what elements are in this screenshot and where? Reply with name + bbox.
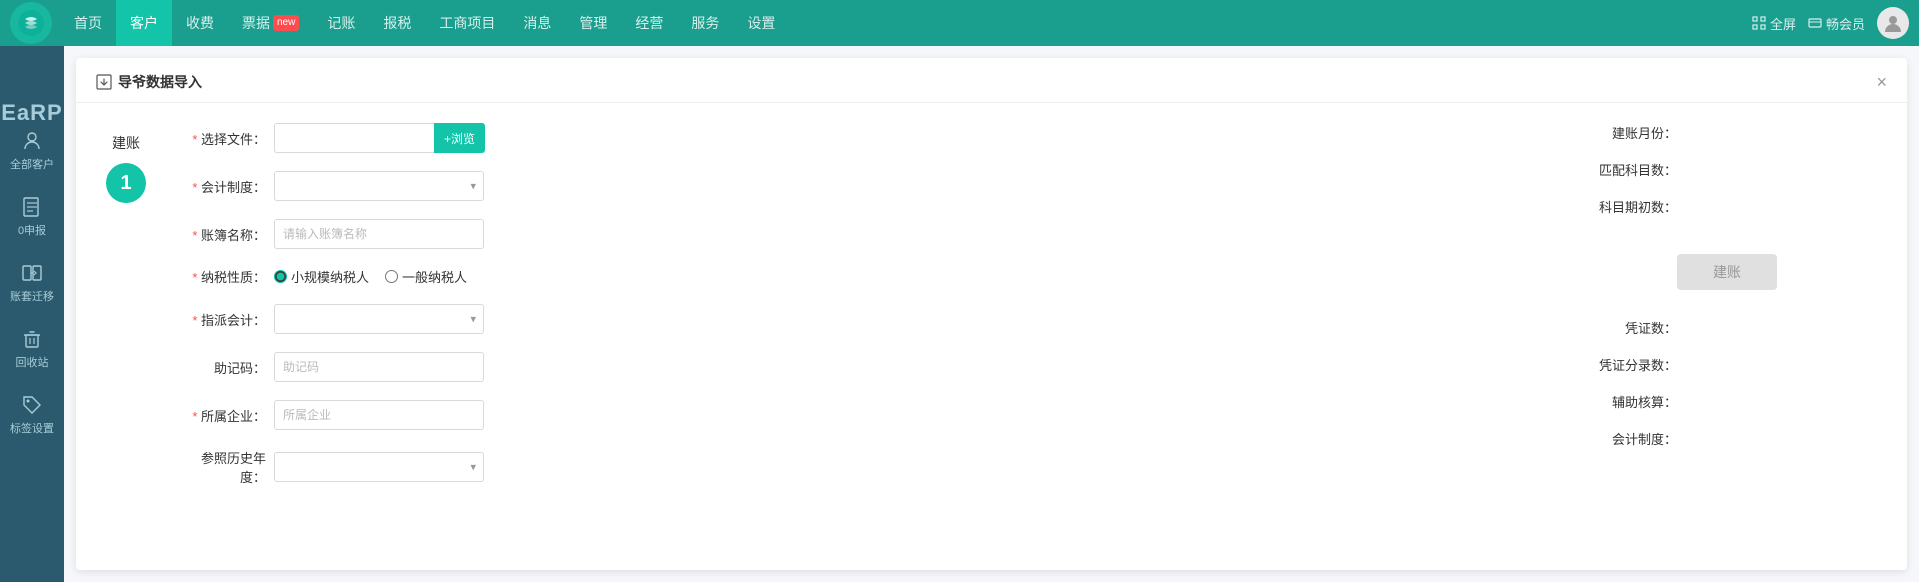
fullscreen-label: 全屏 — [1770, 14, 1796, 33]
info-row-month: 建账月份： — [1577, 123, 1877, 142]
nav-service[interactable]: 服务 — [677, 0, 733, 46]
step-section: 建账 1 — [106, 123, 146, 486]
nav-operation[interactable]: 经营 — [621, 0, 677, 46]
sidebar-label-trash: 回收站 — [16, 354, 49, 370]
new-badge: new — [273, 15, 299, 31]
nav-items: 首页 客户 收费 票据 new 记账 报税 工商项目 消息 管理 经营 服务 设… — [60, 0, 1752, 46]
info-row-subjects: 匹配科目数： — [1577, 160, 1877, 179]
info-label-month: 建账月份： — [1577, 123, 1677, 142]
info-label-accounting-system: 会计制度： — [1577, 429, 1677, 448]
label-company: 所属企业： — [176, 406, 266, 425]
form-row-bookname: 账簿名称： — [176, 219, 1557, 249]
sidebar-item-migrate[interactable]: 账套迁移 — [0, 252, 64, 314]
sidebar-item-zero-report[interactable]: 0申报 — [0, 186, 64, 248]
info-label-subjects: 匹配科目数： — [1577, 160, 1677, 179]
member-label: 畅会员 — [1826, 14, 1865, 33]
sidebar-label-tag: 标签设置 — [10, 420, 54, 436]
info-label-vouchers: 凭证数： — [1577, 318, 1677, 337]
accountant-select[interactable] — [274, 304, 484, 334]
info-row-accounting-system: 会计制度： — [1577, 429, 1877, 448]
member-btn[interactable]: 畅会员 — [1808, 14, 1865, 33]
dialog-header: 导爷数据导入 × — [76, 58, 1907, 103]
sidebar-item-all-customers[interactable]: 全部客户 — [0, 120, 64, 182]
nav-customer[interactable]: 客户 — [116, 0, 172, 46]
info-label-voucher-entries: 凭证分录数： — [1577, 355, 1677, 374]
form-row-accounting: 会计制度： — [176, 171, 1557, 201]
logo[interactable] — [10, 2, 52, 44]
form-row-year: 参照历史年度： — [176, 448, 1557, 486]
main-content: 导爷数据导入 × 建账 1 选择文件： — [64, 46, 1919, 582]
sidebar-label-migrate: 账套迁移 — [10, 288, 54, 304]
label-accountant: 指派会计： — [176, 310, 266, 329]
nav-tax[interactable]: 报税 — [369, 0, 425, 46]
file-input-group: +浏览 — [274, 123, 485, 153]
dialog-close-button[interactable]: × — [1876, 73, 1887, 91]
nav-fee[interactable]: 收费 — [172, 0, 228, 46]
radio-group-taxtype: 小规模纳税人 一般纳税人 — [274, 267, 467, 286]
info-row-voucher-entries: 凭证分录数： — [1577, 355, 1877, 374]
company-input[interactable] — [274, 400, 484, 430]
form-row-mnemonic: 助记码： — [176, 352, 1557, 382]
earp-text: EaRP — [0, 100, 64, 126]
accountant-select-wrapper — [274, 304, 484, 334]
radio-general[interactable]: 一般纳税人 — [385, 267, 467, 286]
form-row-accountant: 指派会计： — [176, 304, 1557, 334]
nav-home[interactable]: 首页 — [60, 0, 116, 46]
label-accounting: 会计制度： — [176, 177, 266, 196]
fullscreen-btn[interactable]: 全屏 — [1752, 14, 1796, 33]
import-icon — [96, 74, 112, 90]
bookname-input[interactable] — [274, 219, 484, 249]
label-mnemonic: 助记码： — [176, 358, 266, 377]
nav-bookkeeping[interactable]: 记账 — [313, 0, 369, 46]
info-label-auxiliary: 辅助核算： — [1577, 392, 1677, 411]
info-section: 建账月份： 匹配科目数： 科目期初数： 建账 — [1577, 123, 1877, 486]
sidebar-item-tag[interactable]: 标签设置 — [0, 384, 64, 446]
topnav-right: 全屏 畅会员 — [1752, 7, 1909, 39]
browse-button[interactable]: +浏览 — [434, 123, 485, 153]
label-taxtype: 纳税性质： — [176, 267, 266, 286]
info-row-vouchers: 凭证数： — [1577, 318, 1877, 337]
top-navigation: 首页 客户 收费 票据 new 记账 报税 工商项目 消息 管理 经营 服务 设… — [0, 0, 1919, 46]
dialog-body: 建账 1 选择文件： +浏览 会计制度： — [76, 103, 1907, 506]
step-circle: 1 — [106, 163, 146, 203]
sidebar: EaRP 全部客户 0申报 账套迁移 — [0, 46, 64, 582]
step-label: 建账 — [112, 133, 140, 153]
label-file: 选择文件： — [176, 129, 266, 148]
layout: EaRP 全部客户 0申报 账套迁移 — [0, 46, 1919, 582]
nav-manage[interactable]: 管理 — [565, 0, 621, 46]
nav-settings[interactable]: 设置 — [733, 0, 789, 46]
year-select[interactable] — [274, 452, 484, 482]
form-row-company: 所属企业： — [176, 400, 1557, 430]
form-row-file: 选择文件： +浏览 — [176, 123, 1557, 153]
year-select-wrapper — [274, 452, 484, 482]
radio-general-input[interactable] — [385, 270, 398, 283]
build-account-button[interactable]: 建账 — [1677, 254, 1777, 290]
nav-business[interactable]: 工商项目 — [425, 0, 509, 46]
accounting-select-wrapper — [274, 171, 484, 201]
sidebar-label-zero-report: 0申报 — [18, 222, 46, 238]
nav-message[interactable]: 消息 — [509, 0, 565, 46]
file-text-input[interactable] — [274, 123, 434, 153]
info-row-initial: 科目期初数： — [1577, 197, 1877, 216]
dialog-container: 导爷数据导入 × 建账 1 选择文件： — [76, 58, 1907, 570]
sidebar-label-all-customers: 全部客户 — [10, 156, 54, 172]
dialog-title-text: 导爷数据导入 — [118, 72, 202, 92]
avatar[interactable] — [1877, 7, 1909, 39]
sidebar-item-trash[interactable]: 回收站 — [0, 318, 64, 380]
radio-small-scale-input[interactable] — [274, 270, 287, 283]
dialog-title: 导爷数据导入 — [96, 72, 202, 92]
label-year: 参照历史年度： — [176, 448, 266, 486]
label-bookname: 账簿名称： — [176, 225, 266, 244]
radio-general-label: 一般纳税人 — [402, 267, 467, 286]
radio-small-scale[interactable]: 小规模纳税人 — [274, 267, 369, 286]
radio-small-scale-label: 小规模纳税人 — [291, 267, 369, 286]
nav-invoice[interactable]: 票据 new — [228, 0, 313, 46]
info-row-auxiliary: 辅助核算： — [1577, 392, 1877, 411]
form-row-taxtype: 纳税性质： 小规模纳税人 一般纳税人 — [176, 267, 1557, 286]
accounting-select[interactable] — [274, 171, 484, 201]
form-section: 选择文件： +浏览 会计制度： — [166, 123, 1557, 486]
mnemonic-input[interactable] — [274, 352, 484, 382]
info-label-initial: 科目期初数： — [1577, 197, 1677, 216]
